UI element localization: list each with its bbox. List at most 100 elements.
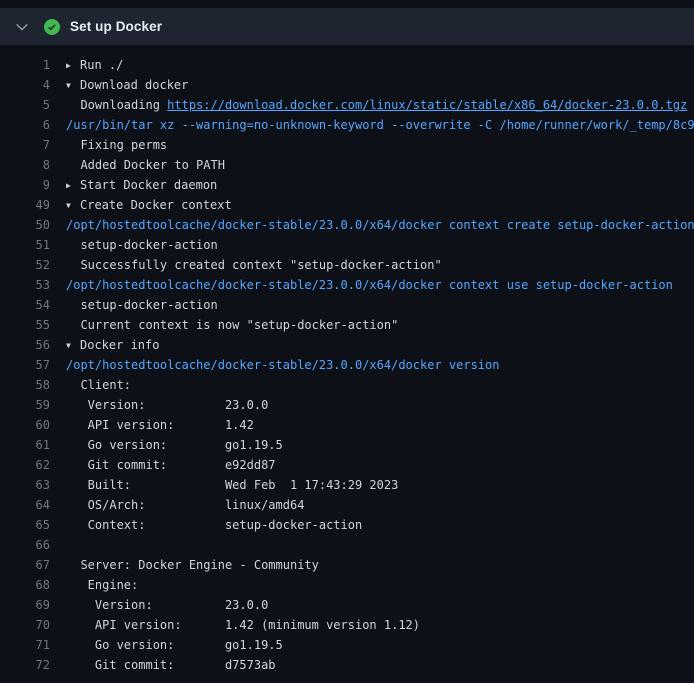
line-content: /opt/hostedtoolcache/docker-stable/23.0.… [66,355,694,375]
log-text: Git commit: e92dd87 [66,458,276,472]
log-line: 54 setup-docker-action [0,295,694,315]
line-content: /opt/hostedtoolcache/docker-stable/23.0.… [66,215,694,235]
step-title: Set up Docker [70,19,162,34]
log-text: Start Docker daemon [80,178,217,192]
log-text: Client: [66,378,131,392]
line-number[interactable]: 1 [0,55,50,75]
line-number[interactable]: 60 [0,415,50,435]
log-line: 4 ▼Download docker [0,75,694,95]
line-number[interactable]: 58 [0,375,50,395]
line-number[interactable]: 67 [0,555,50,575]
log-line: 50/opt/hostedtoolcache/docker-stable/23.… [0,215,694,235]
log-line: 56 ▼Docker info [0,335,694,355]
log-text: Version: 23.0.0 [66,598,268,612]
line-number[interactable]: 8 [0,155,50,175]
collapse-group-icon[interactable]: ▼ [66,336,80,355]
line-content: Downloading https://download.docker.com/… [66,95,694,115]
log-area[interactable]: 1▶Run ./4▼Download docker5 Downloading h… [0,45,694,675]
line-content: API version: 1.42 (minimum version 1.12) [66,615,694,635]
line-number[interactable]: 4 [0,75,50,95]
line-number[interactable]: 52 [0,255,50,275]
line-content: API version: 1.42 [66,415,694,435]
line-content: ▶Start Docker daemon [66,175,694,195]
line-number[interactable]: 57 [0,355,50,375]
line-number[interactable]: 9 [0,175,50,195]
log-line: 1▶Run ./ [0,55,694,75]
collapse-group-icon[interactable]: ▼ [66,196,80,215]
line-content: Fixing perms [66,135,694,155]
log-text: Create Docker context [80,198,232,212]
log-line: 9 ▶Start Docker daemon [0,175,694,195]
line-number[interactable]: 68 [0,575,50,595]
line-number[interactable]: 66 [0,535,50,555]
line-number[interactable]: 65 [0,515,50,535]
line-number[interactable]: 49 [0,195,50,215]
log-text: Current context is now "setup-docker-act… [66,318,398,332]
line-number[interactable]: 51 [0,235,50,255]
log-line: 59 Version: 23.0.0 [0,395,694,415]
line-number[interactable]: 50 [0,215,50,235]
log-text: Go version: go1.19.5 [66,638,283,652]
log-link[interactable]: https://download.docker.com/linux/static… [167,98,687,112]
line-number[interactable]: 5 [0,95,50,115]
collapse-group-icon[interactable]: ▼ [66,76,80,95]
log-line: 58 Client: [0,375,694,395]
log-line: 57/opt/hostedtoolcache/docker-stable/23.… [0,355,694,375]
log-line: 66 [0,535,694,555]
chevron-down-icon[interactable] [14,19,30,35]
line-content: Version: 23.0.0 [66,395,694,415]
log-text: Added Docker to PATH [66,158,225,172]
log-line: 68 Engine: [0,575,694,595]
line-content: Git commit: e92dd87 [66,455,694,475]
line-number[interactable]: 53 [0,275,50,295]
log-line: 5 Downloading https://download.docker.co… [0,95,694,115]
line-number[interactable]: 70 [0,615,50,635]
log-text: Download docker [80,78,188,92]
log-line: 61 Go version: go1.19.5 [0,435,694,455]
line-content: Built: Wed Feb 1 17:43:29 2023 [66,475,694,495]
check-circle-icon [44,19,60,35]
line-number[interactable]: 56 [0,335,50,355]
line-content: ▼Docker info [66,335,694,355]
line-number[interactable]: 63 [0,475,50,495]
line-number[interactable]: 61 [0,435,50,455]
line-number[interactable]: 59 [0,395,50,415]
log-line: 62 Git commit: e92dd87 [0,455,694,475]
log-command-text: /opt/hostedtoolcache/docker-stable/23.0.… [66,218,694,232]
line-number[interactable]: 64 [0,495,50,515]
log-text: setup-docker-action [66,298,218,312]
log-line: 63 Built: Wed Feb 1 17:43:29 2023 [0,475,694,495]
log-text: Docker info [80,338,159,352]
log-text: Downloading [66,98,167,112]
log-command-text: /opt/hostedtoolcache/docker-stable/23.0.… [66,358,499,372]
log-text: Server: Docker Engine - Community [66,558,319,572]
line-number[interactable]: 7 [0,135,50,155]
line-number[interactable]: 69 [0,595,50,615]
line-number[interactable]: 54 [0,295,50,315]
log-text: Fixing perms [66,138,167,152]
line-content: Go version: go1.19.5 [66,635,694,655]
expand-group-icon[interactable]: ▶ [66,176,80,195]
log-text: Git commit: d7573ab [66,658,276,672]
line-number[interactable]: 62 [0,455,50,475]
line-content: Server: Docker Engine - Community [66,555,694,575]
line-content: /opt/hostedtoolcache/docker-stable/23.0.… [66,275,694,295]
step-header[interactable]: Set up Docker [0,8,694,45]
log-line: 7 Fixing perms [0,135,694,155]
line-content: ▼Download docker [66,75,694,95]
log-line: 53/opt/hostedtoolcache/docker-stable/23.… [0,275,694,295]
log-line: 52 Successfully created context "setup-d… [0,255,694,275]
line-number[interactable]: 6 [0,115,50,135]
line-content: ▼Create Docker context [66,195,694,215]
line-content: setup-docker-action [66,235,694,255]
expand-group-icon[interactable]: ▶ [66,56,80,75]
line-number[interactable]: 71 [0,635,50,655]
log-text: setup-docker-action [66,238,218,252]
line-content: Engine: [66,575,694,595]
line-number[interactable]: 55 [0,315,50,335]
log-text: Engine: [66,578,138,592]
line-number[interactable]: 72 [0,655,50,675]
log-line: 55 Current context is now "setup-docker-… [0,315,694,335]
line-content: /usr/bin/tar xz --warning=no-unknown-key… [66,115,694,135]
line-content: Git commit: d7573ab [66,655,694,675]
